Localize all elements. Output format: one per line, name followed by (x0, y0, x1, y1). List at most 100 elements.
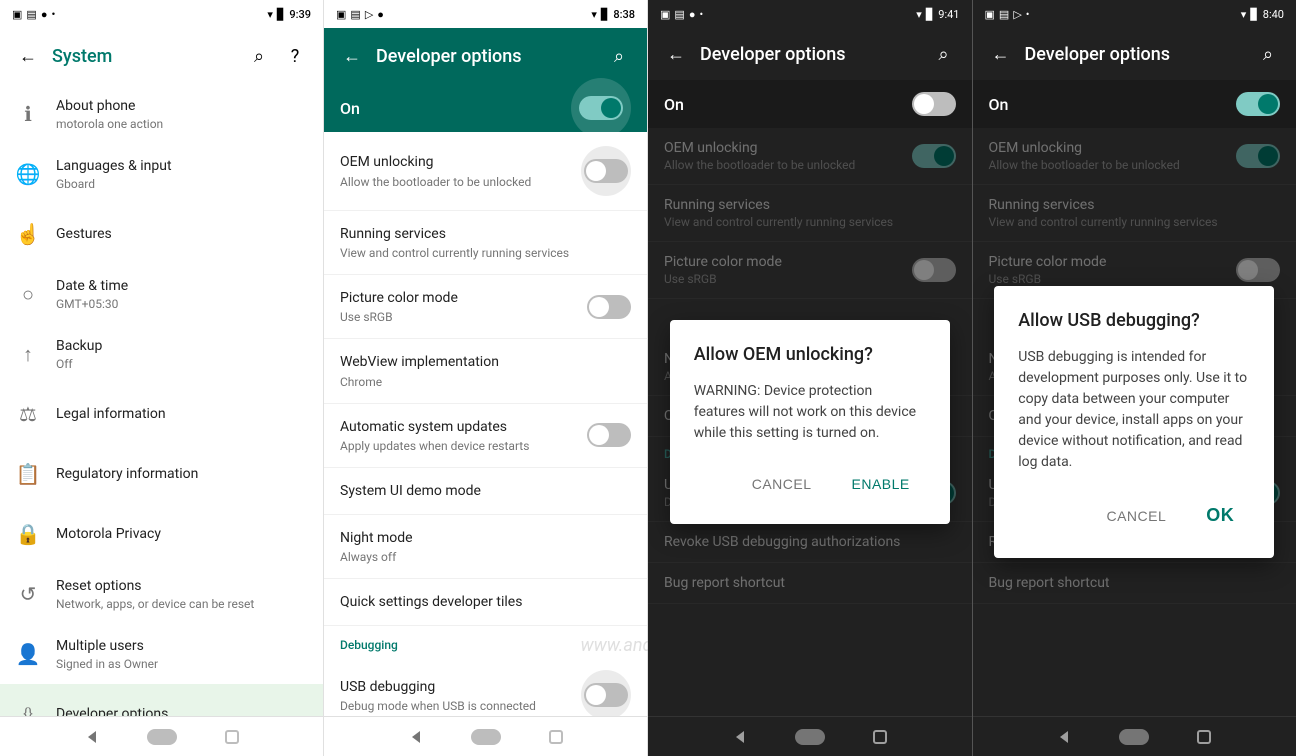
picture-color-item[interactable]: Picture color mode Use sRGB (324, 275, 647, 339)
sidebar-item-regulatory[interactable]: 📋 Regulatory information (0, 444, 323, 504)
info-icon: ℹ (16, 102, 40, 126)
oem-unlocking-item[interactable]: OEM unlocking Allow the bootloader to be… (324, 132, 647, 211)
users-title: Multiple users (56, 637, 307, 655)
p2-time: 8:38 (613, 8, 635, 21)
dot-icon: • (51, 8, 55, 21)
sidebar-item-datetime[interactable]: ○ Date & time GMT+05:30 (0, 264, 323, 324)
reset-text: Reset options Network, apps, or device c… (56, 577, 307, 611)
sidebar-item-users[interactable]: 👤 Multiple users Signed in as Owner (0, 624, 323, 684)
developer-on-toggle[interactable] (579, 96, 623, 120)
nav-home[interactable] (147, 727, 177, 747)
gestures-title: Gestures (56, 225, 307, 243)
p3-content: OEM unlocking Allow the bootloader to be… (648, 128, 972, 716)
p3-on-toggle[interactable] (912, 92, 956, 116)
back-button[interactable]: ← (16, 44, 40, 68)
sidebar-item-languages[interactable]: 🌐 Languages & input Gboard (0, 144, 323, 204)
backup-icon: ↑ (16, 342, 40, 366)
notification-icons: ▣ ▤ ● • (12, 8, 55, 21)
auto-updates-toggle[interactable] (587, 423, 631, 447)
p3-app-bar: ← Developer options ⌕ (648, 28, 972, 80)
nav-back[interactable] (77, 727, 107, 747)
sidebar-item-privacy[interactable]: 🔒 Motorola Privacy (0, 504, 323, 564)
usb-debug-title: USB debugging (340, 678, 536, 696)
sidebar-item-gestures[interactable]: ☝ Gestures (0, 204, 323, 264)
p2-wifi: ▾ (591, 8, 597, 21)
users-icon: 👤 (16, 642, 40, 666)
p4-search-button[interactable]: ⌕ (1256, 42, 1280, 66)
p2-nav-home[interactable] (471, 727, 501, 747)
picture-title: Picture color mode (340, 289, 458, 307)
picture-toggle[interactable] (587, 295, 631, 319)
running-services-title: Running services (340, 225, 631, 243)
p3-signal: ▊ (926, 8, 934, 21)
sidebar-item-legal[interactable]: ⚖ Legal information (0, 384, 323, 444)
p3-wifi: ▾ (916, 8, 922, 21)
developer-list: OEM unlocking Allow the bootloader to be… (324, 132, 647, 716)
picture-subtitle: Use sRGB (340, 310, 458, 324)
oem-cancel-button[interactable]: Cancel (736, 468, 828, 500)
system-settings-panel: ▣ ▤ ● • ▾ ▊ 9:39 ← System ⌕ ? ℹ About ph… (0, 0, 324, 756)
quick-settings-title: Quick settings developer tiles (340, 593, 631, 611)
users-subtitle: Signed in as Owner (56, 657, 307, 671)
p3-title: Developer options (700, 44, 920, 65)
running-services-item[interactable]: Running services View and control curren… (324, 211, 647, 275)
p2-search-button[interactable]: ⌕ (607, 44, 631, 68)
p4-nav-home[interactable] (1119, 727, 1149, 747)
night-mode-title: Night mode (340, 529, 631, 547)
quick-settings-item[interactable]: Quick settings developer tiles (324, 579, 647, 626)
p4-nav-recents[interactable] (1189, 727, 1219, 747)
p4-nav-back[interactable] (1049, 727, 1079, 747)
oem-toggle[interactable] (584, 159, 628, 183)
p4-n1: ▣ (985, 8, 995, 21)
oem-dialog-actions: Cancel Enable (694, 468, 926, 500)
oem-dialog-overlay: Allow OEM unlocking? WARNING: Device pro… (648, 128, 972, 716)
p3-back-button[interactable]: ← (664, 42, 688, 66)
oem-text: OEM unlocking Allow the bootloader to be… (340, 153, 531, 188)
sidebar-item-reset[interactable]: ↺ Reset options Network, apps, or device… (0, 564, 323, 624)
status-bar-panel1: ▣ ▤ ● • ▾ ▊ 9:39 (0, 0, 323, 28)
usb-debug-toggle[interactable] (584, 683, 628, 707)
p3-nav-home[interactable] (795, 727, 825, 747)
p2-back-button[interactable]: ← (340, 44, 364, 68)
sidebar-item-about[interactable]: ℹ About phone motorola one action (0, 84, 323, 144)
help-button[interactable]: ? (283, 44, 307, 68)
p3-search-button[interactable]: ⌕ (932, 42, 956, 66)
p2-nav-back[interactable] (401, 727, 431, 747)
sidebar-item-developer[interactable]: {} Developer options (0, 684, 323, 716)
debugging-section-label: Debugging (324, 626, 647, 656)
developer-title-bar: Developer options (376, 46, 595, 67)
webview-subtitle: Chrome (340, 375, 631, 389)
p2-sys-icons: ▾ ▊ 8:38 (591, 8, 635, 21)
status-bar-panel2: ▣ ▤ ▷ ● ▾ ▊ 8:38 (324, 0, 647, 28)
about-subtitle: motorola one action (56, 117, 307, 131)
p2-notif3: ▷ (365, 8, 373, 21)
oem-dialog: Allow OEM unlocking? WARNING: Device pro… (670, 320, 950, 524)
auto-updates-title: Automatic system updates (340, 418, 529, 436)
usb-debug-item[interactable]: USB debugging Debug mode when USB is con… (324, 656, 647, 716)
webview-item[interactable]: WebView implementation Chrome (324, 339, 647, 403)
legal-title: Legal information (56, 405, 307, 423)
oem-dialog-title: Allow OEM unlocking? (694, 344, 926, 365)
p4-on-toggle[interactable] (1236, 92, 1280, 116)
developer-text: Developer options (56, 705, 307, 716)
webview-title: WebView implementation (340, 353, 631, 371)
sidebar-item-backup[interactable]: ↑ Backup Off (0, 324, 323, 384)
p2-nav-recents[interactable] (541, 727, 571, 747)
time-display: 9:39 (289, 8, 311, 21)
usb-cancel-button[interactable]: Cancel (1090, 497, 1182, 534)
oem-subtitle: Allow the bootloader to be unlocked (340, 175, 531, 189)
datetime-text: Date & time GMT+05:30 (56, 277, 307, 311)
auto-updates-item[interactable]: Automatic system updates Apply updates w… (324, 404, 647, 468)
oem-toggle-circle (581, 146, 631, 196)
p4-wifi: ▾ (1241, 8, 1247, 21)
nav-recents[interactable] (217, 727, 247, 747)
oem-enable-button[interactable]: Enable (836, 468, 926, 500)
p3-nav-recents[interactable] (865, 727, 895, 747)
p4-back-button[interactable]: ← (989, 42, 1013, 66)
search-button[interactable]: ⌕ (247, 44, 271, 68)
night-mode-item[interactable]: Night mode Always off (324, 515, 647, 579)
on-toggle-highlight (571, 78, 631, 138)
p3-nav-back[interactable] (725, 727, 755, 747)
usb-ok-button[interactable]: OK (1190, 497, 1250, 534)
system-ui-demo-item[interactable]: System UI demo mode (324, 468, 647, 515)
